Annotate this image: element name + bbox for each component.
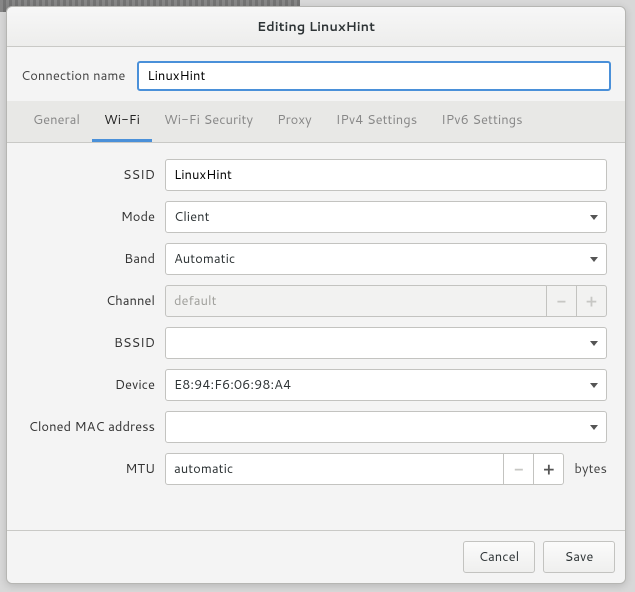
ssid-label: SSID — [25, 166, 165, 184]
chevron-down-icon — [590, 341, 598, 346]
device-label: Device — [25, 376, 165, 394]
mtu-increment[interactable]: + — [533, 454, 563, 484]
mtu-value: automatic — [166, 454, 503, 484]
channel-spinner: default − + — [165, 285, 607, 317]
bssid-label: BSSID — [25, 334, 165, 352]
ssid-input[interactable] — [165, 159, 607, 191]
band-value: Automatic — [174, 250, 235, 268]
chevron-down-icon — [590, 215, 598, 220]
connection-name-label: Connection name — [21, 67, 125, 85]
tab-general[interactable]: General — [21, 101, 92, 142]
row-device: Device E8:94:F6:06:98:A4 — [25, 369, 607, 401]
tab-wifi[interactable]: Wi-Fi — [92, 101, 152, 142]
cancel-button[interactable]: Cancel — [463, 541, 535, 573]
tab-wifi-security[interactable]: Wi-Fi Security — [152, 101, 265, 142]
tab-bar: General Wi-Fi Wi-Fi Security Proxy IPv4 … — [7, 101, 625, 143]
mtu-unit: bytes — [570, 460, 607, 478]
row-channel: Channel default − + — [25, 285, 607, 317]
row-mtu: MTU automatic − + bytes — [25, 453, 607, 485]
tab-ipv4[interactable]: IPv4 Settings — [324, 101, 429, 142]
cloned-mac-select[interactable] — [165, 411, 607, 443]
save-button[interactable]: Save — [543, 541, 615, 573]
mtu-spinner[interactable]: automatic − + — [165, 453, 564, 485]
titlebar: Editing LinuxHint — [7, 7, 625, 47]
connection-name-row: Connection name — [7, 47, 625, 101]
cloned-mac-label: Cloned MAC address — [25, 418, 165, 436]
mode-select[interactable]: Client — [165, 201, 607, 233]
channel-increment: + — [576, 286, 606, 316]
tab-ipv6[interactable]: IPv6 Settings — [429, 101, 534, 142]
chevron-down-icon — [590, 425, 598, 430]
bssid-select[interactable] — [165, 327, 607, 359]
mode-value: Client — [174, 208, 210, 226]
device-value: E8:94:F6:06:98:A4 — [174, 376, 291, 394]
channel-label: Channel — [25, 292, 165, 310]
button-bar: Cancel Save — [7, 530, 625, 583]
form-area: SSID Mode Client Band Automatic — [7, 143, 625, 530]
dialog-window: Editing LinuxHint Connection name Genera… — [6, 6, 626, 584]
device-select[interactable]: E8:94:F6:06:98:A4 — [165, 369, 607, 401]
mtu-decrement: − — [503, 454, 533, 484]
window-title: Editing LinuxHint — [257, 18, 375, 36]
band-label: Band — [25, 250, 165, 268]
channel-value: default — [166, 286, 546, 316]
row-cloned-mac: Cloned MAC address — [25, 411, 607, 443]
row-bssid: BSSID — [25, 327, 607, 359]
chevron-down-icon — [590, 257, 598, 262]
mtu-label: MTU — [25, 460, 165, 478]
band-select[interactable]: Automatic — [165, 243, 607, 275]
row-mode: Mode Client — [25, 201, 607, 233]
channel-decrement: − — [546, 286, 576, 316]
chevron-down-icon — [590, 383, 598, 388]
row-band: Band Automatic — [25, 243, 607, 275]
mode-label: Mode — [25, 208, 165, 226]
connection-name-input[interactable] — [137, 61, 611, 91]
row-ssid: SSID — [25, 159, 607, 191]
tab-proxy[interactable]: Proxy — [265, 101, 324, 142]
